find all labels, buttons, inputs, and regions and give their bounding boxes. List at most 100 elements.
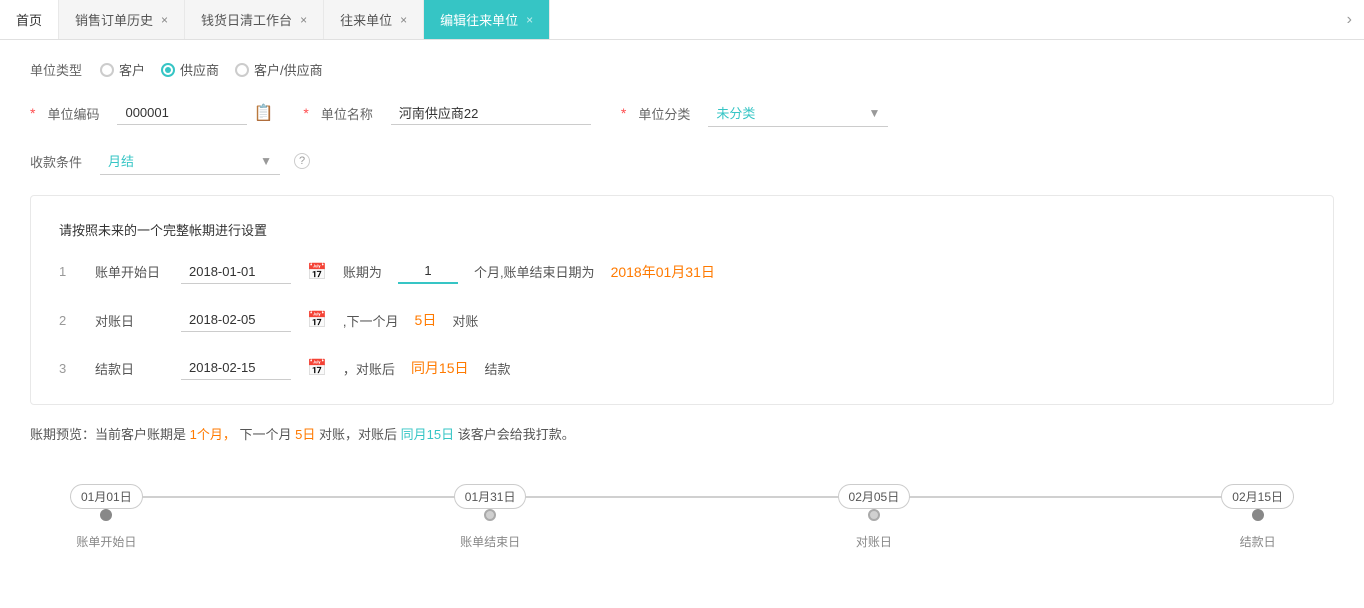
main-content: 单位类型 客户 供应商 客户/供应商 * 单位编码 📋 * 单位名称 * [0,40,1364,608]
unit-info-row: * 单位编码 📋 * 单位名称 * 单位分类 未分类 ▼ [30,99,1334,127]
payment-dropdown-icon: ▼ [260,154,272,168]
period-row-3-calendar-icon[interactable]: 📅 [307,358,327,378]
tab-cash-work-close[interactable]: × [300,13,307,27]
preview-highlight1: 1个月， [190,427,236,442]
period-row-1-suffix-before: 账期为 [343,262,382,281]
timeline-badge-payment: 02月15日 [1221,484,1294,509]
preview-highlight2: 5日 [295,427,315,442]
period-row-1-date[interactable] [181,260,291,284]
period-settings-box: 请按照未来的一个完整帐期进行设置 1 账单开始日 📅 账期为 个月,账单结束日期… [30,195,1334,405]
unit-name-required: * [303,105,308,121]
payment-select[interactable]: 月结 ▼ [100,147,280,175]
tab-bar: 首页 销售订单历史 × 钱货日清工作台 × 往来单位 × 编辑往来单位 × › [0,0,1364,40]
tab-edit-partner-close[interactable]: × [526,13,533,27]
period-row-2-suffix-after: 对账 [452,311,478,330]
payment-row: 收款条件 月结 ▼ ? [30,147,1334,175]
timeline-label-bill-end: 账单结束日 [460,533,520,550]
preview-text: 账期预览：当前客户账期是 1个月， 下一个月 5日 对账，对账后 同月15日 该… [30,425,1334,446]
preview-suffix: 该客户会给我打款。 [458,427,575,442]
tab-edit-partner-label: 编辑往来单位 [440,10,518,29]
tab-partner-label: 往来单位 [340,10,392,29]
period-row-2-num: 2 [59,313,79,328]
unit-type-label: 单位类型 [30,60,82,79]
radio-both-label: 客户/供应商 [254,60,323,79]
period-row-2-field-label: 对账日 [95,311,165,330]
preview-mid1: 下一个月 [240,427,292,442]
period-row-3-suffix-before: ，对账后 [343,359,395,378]
timeline-point-reconcile: 02月05日 对账日 [838,484,911,550]
timeline-points: 01月01日 账单开始日 01月31日 账单结束日 02月05日 对账日 02月… [70,484,1294,550]
tab-partner[interactable]: 往来单位 × [324,0,424,39]
radio-both-circle [235,63,249,77]
period-row-2-calendar-icon[interactable]: 📅 [307,310,327,330]
preview-mid2: 对账，对账后 [319,427,397,442]
unit-code-input[interactable] [117,101,247,125]
tab-home[interactable]: 首页 [0,0,59,39]
radio-customer[interactable]: 客户 [100,60,145,79]
tab-cash-work-label: 钱货日清工作台 [201,10,292,29]
radio-supplier-label: 供应商 [180,60,219,79]
timeline: 01月01日 账单开始日 01月31日 账单结束日 02月05日 对账日 02月… [30,474,1334,580]
timeline-label-reconcile: 对账日 [856,533,892,550]
period-row-1-highlight: 2018年01月31日 [611,262,715,282]
period-box-title: 请按照未来的一个完整帐期进行设置 [59,220,1305,239]
unit-class-required: * [621,105,626,121]
timeline-point-bill-end: 01月31日 账单结束日 [454,484,527,550]
unit-code-field-group: 📋 [117,101,273,125]
period-row-1-field-label: 账单开始日 [95,262,165,281]
unit-code-copy-icon[interactable]: 📋 [253,103,273,123]
period-row-2-suffix-before: ,下一个月 [343,311,399,330]
radio-group-unit-type: 客户 供应商 客户/供应商 [100,60,323,79]
period-row-3-highlight: 同月15日 [411,358,469,378]
preview-highlight3: 同月15日 [401,427,454,442]
timeline-dot-bill-end [484,509,496,521]
period-row-2-date[interactable] [181,308,291,332]
radio-customer-circle [100,63,114,77]
tab-more-button[interactable]: › [1335,0,1364,39]
unit-name-input[interactable] [391,101,591,125]
unit-class-label: 单位分类 [638,104,690,123]
unit-class-dropdown-icon: ▼ [868,106,880,120]
timeline-dot-payment [1252,509,1264,521]
period-row-2-highlight: 5日 [415,310,437,330]
radio-customer-label: 客户 [119,60,145,79]
unit-code-label: 单位编码 [47,104,99,123]
unit-class-value: 未分类 [716,103,862,122]
period-row-1-month-input[interactable] [398,259,458,284]
preview-prefix: 账期预览：当前客户账期是 [30,427,186,442]
tab-sales-history[interactable]: 销售订单历史 × [59,0,185,39]
timeline-badge-bill-end: 01月31日 [454,484,527,509]
period-row-3-field-label: 结款日 [95,359,165,378]
unit-class-select[interactable]: 未分类 ▼ [708,99,888,127]
timeline-label-start: 账单开始日 [76,533,136,550]
tab-partner-close[interactable]: × [400,13,407,27]
period-row-3: 3 结款日 📅 ，对账后 同月15日 结款 [59,356,1305,380]
timeline-point-start: 01月01日 账单开始日 [70,484,143,550]
period-row-3-date[interactable] [181,356,291,380]
period-row-3-num: 3 [59,361,79,376]
timeline-dot-start [100,509,112,521]
unit-code-required: * [30,105,35,121]
tab-edit-partner[interactable]: 编辑往来单位 × [424,0,550,39]
tab-cash-work[interactable]: 钱货日清工作台 × [185,0,324,39]
radio-both[interactable]: 客户/供应商 [235,60,323,79]
period-row-1-calendar-icon[interactable]: 📅 [307,262,327,282]
radio-supplier[interactable]: 供应商 [161,60,219,79]
tab-sales-history-label: 销售订单历史 [75,10,153,29]
payment-value: 月结 [108,151,254,170]
payment-help-icon[interactable]: ? [294,153,310,169]
period-row-3-suffix-after: 结款 [485,359,511,378]
timeline-point-payment: 02月15日 结款日 [1221,484,1294,550]
timeline-badge-start: 01月01日 [70,484,143,509]
radio-supplier-circle [161,63,175,77]
period-row-1-suffix-after: 个月,账单结束日期为 [474,262,595,281]
unit-name-label: 单位名称 [321,104,373,123]
period-row-2: 2 对账日 📅 ,下一个月 5日 对账 [59,308,1305,332]
timeline-badge-reconcile: 02月05日 [838,484,911,509]
tab-sales-history-close[interactable]: × [161,13,168,27]
payment-label: 收款条件 [30,152,82,171]
period-row-1: 1 账单开始日 📅 账期为 个月,账单结束日期为 2018年01月31日 [59,259,1305,284]
period-row-1-num: 1 [59,264,79,279]
timeline-label-payment: 结款日 [1240,533,1276,550]
timeline-dot-reconcile [868,509,880,521]
